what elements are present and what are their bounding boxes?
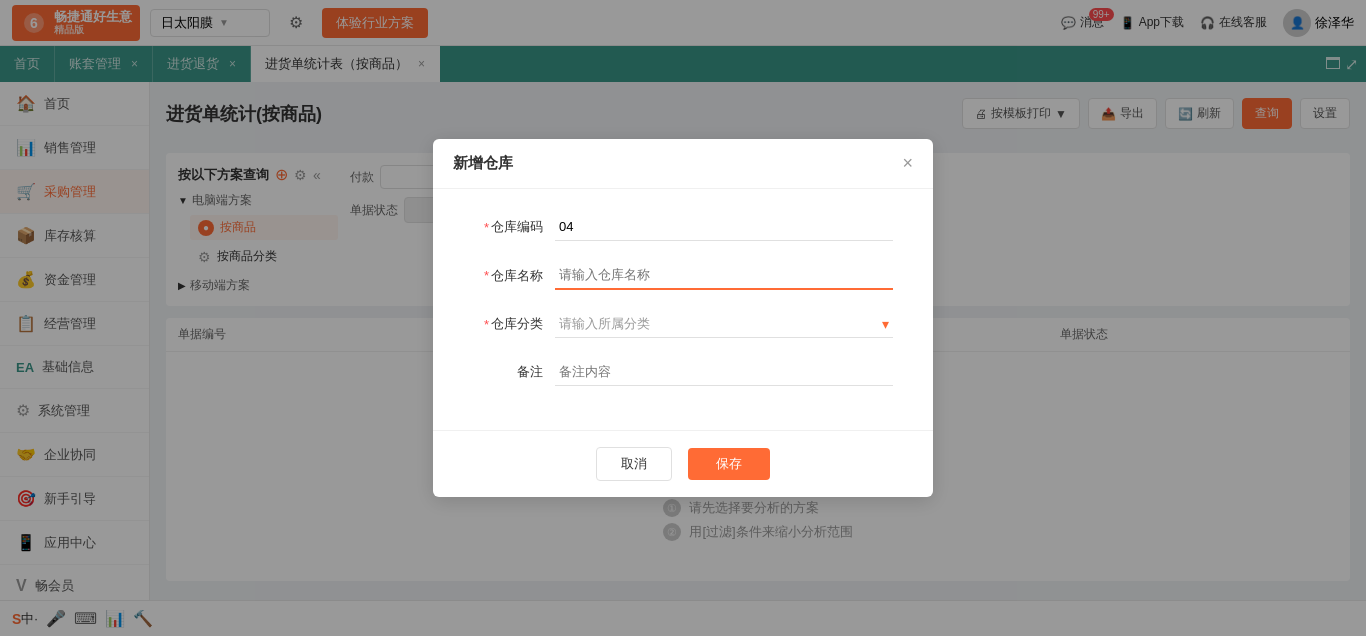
cancel-button[interactable]: 取消: [596, 447, 672, 481]
note-label: 备注: [473, 363, 543, 381]
form-row-note: 备注: [473, 358, 893, 386]
modal-close-button[interactable]: ×: [902, 153, 913, 174]
form-row-category: * 仓库分类 请输入所属分类 ▾: [473, 310, 893, 338]
name-required-star: *: [484, 268, 489, 283]
modal-footer: 取消 保存: [433, 430, 933, 497]
code-label-text: 仓库编码: [491, 218, 543, 236]
modal-body: * 仓库编码 * 仓库名称 * 仓库分类: [433, 189, 933, 430]
name-label: * 仓库名称: [473, 267, 543, 285]
name-label-text: 仓库名称: [491, 267, 543, 285]
category-select[interactable]: 请输入所属分类: [555, 310, 893, 338]
form-row-name: * 仓库名称: [473, 261, 893, 290]
code-required-star: *: [484, 220, 489, 235]
name-input[interactable]: [555, 261, 893, 290]
note-input[interactable]: [555, 358, 893, 386]
category-select-wrapper: 请输入所属分类 ▾: [555, 310, 893, 338]
modal-overlay: 新增仓库 × * 仓库编码 * 仓库名称: [0, 0, 1366, 636]
new-warehouse-modal: 新增仓库 × * 仓库编码 * 仓库名称: [433, 139, 933, 497]
category-label-text: 仓库分类: [491, 315, 543, 333]
note-label-text: 备注: [517, 363, 543, 381]
form-row-code: * 仓库编码: [473, 213, 893, 241]
modal-header: 新增仓库 ×: [433, 139, 933, 189]
category-required-star: *: [484, 317, 489, 332]
save-button[interactable]: 保存: [688, 448, 770, 480]
code-input[interactable]: [555, 213, 893, 241]
category-label: * 仓库分类: [473, 315, 543, 333]
modal-title: 新增仓库: [453, 154, 513, 173]
code-label: * 仓库编码: [473, 218, 543, 236]
